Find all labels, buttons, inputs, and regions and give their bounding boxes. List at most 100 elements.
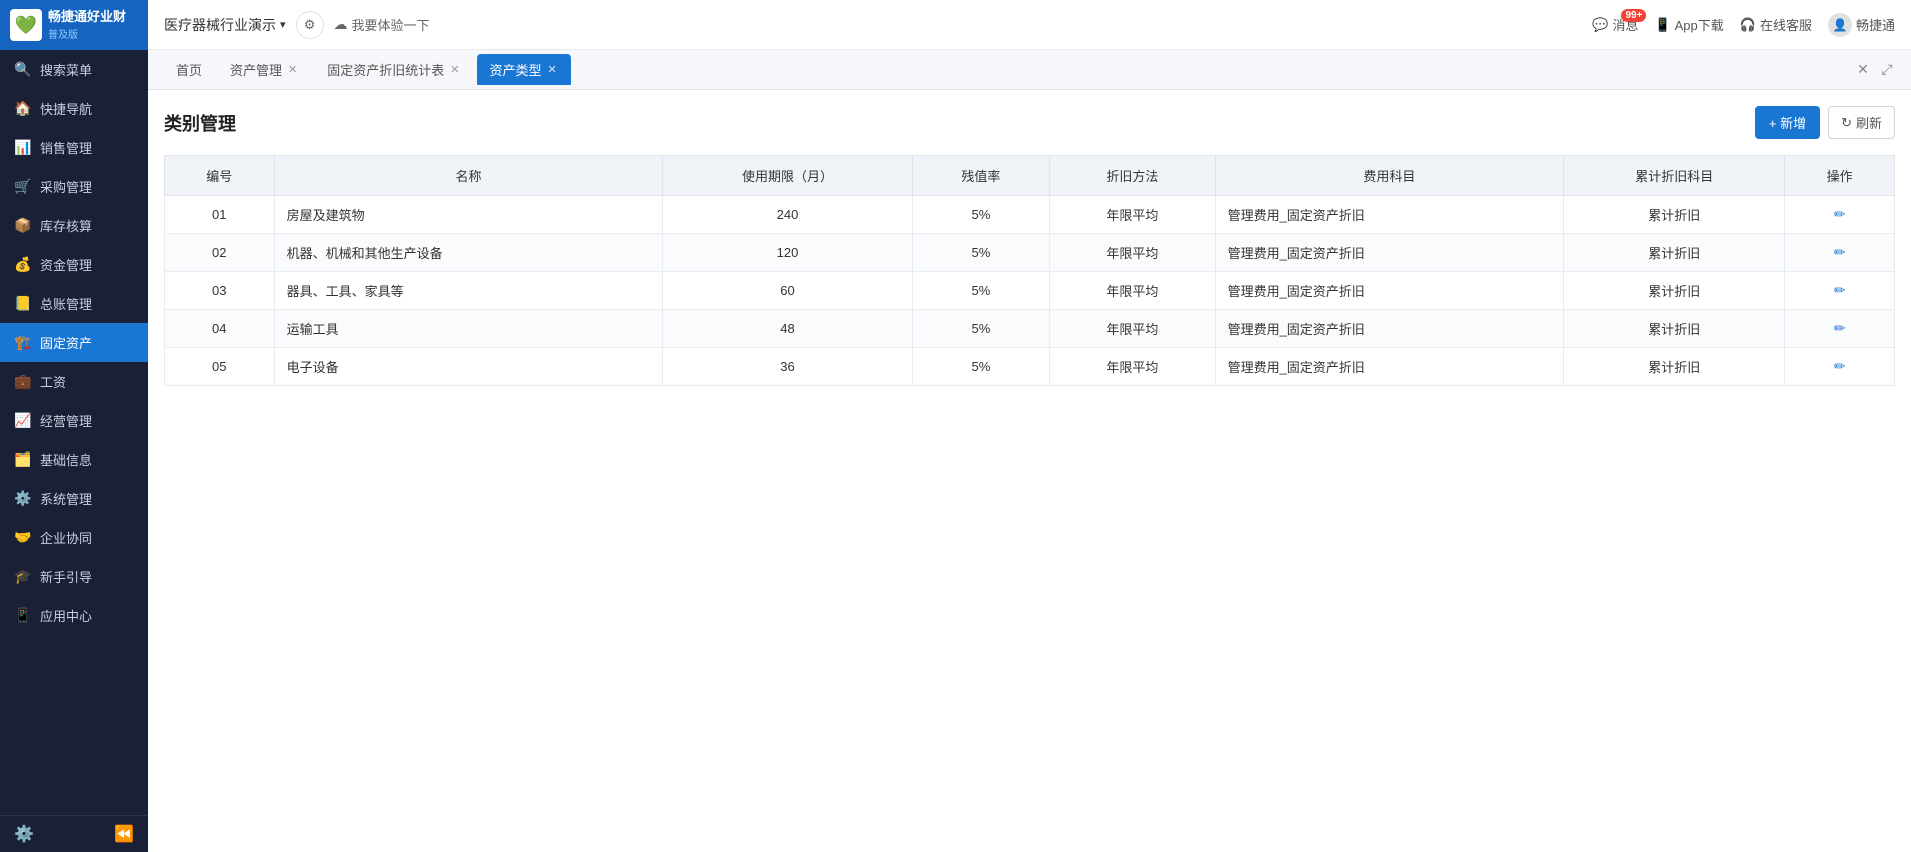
sidebar-item-enterprise[interactable]: 🤝 企业协同	[0, 518, 148, 557]
sidebar-bottom: ⚙️ ⏪	[0, 815, 148, 852]
sidebar-item-guide[interactable]: 🎓 新手引导	[0, 557, 148, 596]
refresh-button[interactable]: ↻ 刷新	[1828, 106, 1895, 139]
cell-accum: 累计折旧	[1564, 234, 1785, 272]
headset-icon: 🎧	[1740, 17, 1756, 33]
system-icon: ⚙️	[14, 490, 32, 508]
collapse-sidebar-icon[interactable]: ⏪	[114, 824, 134, 844]
table-row: 04 运输工具 48 5% 年限平均 管理费用_固定资产折旧 累计折旧 ✏	[165, 310, 1895, 348]
sidebar-item-sales[interactable]: 📊 销售管理	[0, 128, 148, 167]
cell-action: ✏	[1785, 234, 1895, 272]
online-service-label: 在线客服	[1760, 15, 1812, 34]
cell-name: 器具、工具、家具等	[274, 272, 663, 310]
ledger-icon: 📒	[14, 295, 32, 313]
cell-period: 240	[663, 196, 912, 234]
content-area: 类别管理 + 新增 ↻ 刷新 编号 名称 使用期限（月） 残值率 折旧方法 费用…	[148, 90, 1911, 852]
cell-method: 年限平均	[1050, 234, 1215, 272]
edit-button[interactable]: ✏	[1834, 358, 1846, 374]
search-icon: 🔍	[14, 61, 32, 79]
sidebar-item-purchase[interactable]: 🛒 采购管理	[0, 167, 148, 206]
edit-button[interactable]: ✏	[1834, 282, 1846, 298]
sidebar-item-label: 快捷导航	[40, 99, 92, 118]
cell-method: 年限平均	[1050, 310, 1215, 348]
tab-home[interactable]: 首页	[164, 54, 214, 85]
cell-accum: 累计折旧	[1564, 272, 1785, 310]
experience-icon: ☁	[334, 16, 348, 33]
purchase-icon: 🛒	[14, 178, 32, 196]
enterprise-icon: 🤝	[14, 529, 32, 547]
cell-code: 05	[165, 348, 275, 386]
sidebar-item-label: 新手引导	[40, 567, 92, 586]
tab-asset-management-close[interactable]: ✕	[286, 63, 299, 76]
tab-asset-type-close[interactable]: ✕	[546, 63, 559, 76]
sidebar-item-ledger[interactable]: 📒 总账管理	[0, 284, 148, 323]
sidebar-item-label: 固定资产	[40, 333, 92, 352]
user-name: 畅捷通	[1856, 15, 1895, 34]
sidebar-item-appstore[interactable]: 📱 应用中心	[0, 596, 148, 635]
tab-asset-management[interactable]: 资产管理 ✕	[218, 54, 311, 85]
sidebar-item-label: 系统管理	[40, 489, 92, 508]
basic-info-icon: 🗂️	[14, 451, 32, 469]
sidebar-item-label: 经营管理	[40, 411, 92, 430]
cell-method: 年限平均	[1050, 272, 1215, 310]
sidebar-nav: 🔍 搜索菜单 🏠 快捷导航 📊 销售管理 🛒 采购管理 📦 库存核算 💰 资金管…	[0, 50, 148, 815]
category-table: 编号 名称 使用期限（月） 残值率 折旧方法 费用科目 累计折旧科目 操作 01…	[164, 155, 1895, 386]
cell-action: ✏	[1785, 310, 1895, 348]
cell-expense: 管理费用_固定资产折旧	[1215, 310, 1564, 348]
sidebar-item-inventory[interactable]: 📦 库存核算	[0, 206, 148, 245]
sidebar-item-basic[interactable]: 🗂️ 基础信息	[0, 440, 148, 479]
tab-home-label: 首页	[176, 60, 202, 79]
window-maximize-button[interactable]: ⤢	[1879, 62, 1895, 78]
message-icon: 💬	[1592, 17, 1608, 33]
new-button[interactable]: + 新增	[1755, 106, 1820, 139]
guide-icon: 🎓	[14, 568, 32, 586]
sidebar-item-business[interactable]: 📈 经营管理	[0, 401, 148, 440]
topbar-right: 💬 消息 99+ 📱 App下载 🎧 在线客服 👤 畅捷通	[1592, 13, 1895, 37]
message-button[interactable]: 💬 消息 99+	[1592, 15, 1638, 34]
sidebar-item-label: 搜索菜单	[40, 60, 92, 79]
cell-period: 48	[663, 310, 912, 348]
dropdown-arrow-icon: ▾	[280, 18, 286, 31]
app-logo: 💚 畅捷通好业财 普及版	[0, 0, 148, 50]
window-controls: ✕ ⤢	[1855, 62, 1895, 78]
home-icon: 🏠	[14, 100, 32, 118]
app-edition: 普及版	[48, 26, 126, 41]
cell-code: 03	[165, 272, 275, 310]
edit-button[interactable]: ✏	[1834, 320, 1846, 336]
online-service-button[interactable]: 🎧 在线客服	[1740, 15, 1812, 34]
cell-name: 机器、机械和其他生产设备	[274, 234, 663, 272]
sidebar-item-salary[interactable]: 💼 工资	[0, 362, 148, 401]
sidebar-item-quicknav[interactable]: 🏠 快捷导航	[0, 89, 148, 128]
edit-button[interactable]: ✏	[1834, 206, 1846, 222]
cell-expense: 管理费用_固定资产折旧	[1215, 348, 1564, 386]
sidebar-item-fixed[interactable]: 🏗️ 固定资产	[0, 323, 148, 362]
app-download-label: App下载	[1675, 15, 1724, 34]
tab-asset-type[interactable]: 资产类型 ✕	[477, 54, 570, 85]
window-close-button[interactable]: ✕	[1855, 62, 1871, 78]
tab-depreciation-close[interactable]: ✕	[448, 63, 461, 76]
sidebar-item-funds[interactable]: 💰 资金管理	[0, 245, 148, 284]
experience-button[interactable]: ☁ 我要体验一下	[334, 15, 430, 34]
tab-depreciation-table[interactable]: 固定资产折旧统计表 ✕	[315, 54, 473, 85]
cell-residual: 5%	[912, 234, 1050, 272]
sidebar-item-system[interactable]: ⚙️ 系统管理	[0, 479, 148, 518]
company-name: 医疗器械行业演示	[164, 15, 276, 35]
settings-gear-icon[interactable]: ⚙️	[14, 824, 34, 844]
sidebar-item-label: 企业协同	[40, 528, 92, 547]
cell-name: 电子设备	[274, 348, 663, 386]
cell-action: ✏	[1785, 272, 1895, 310]
settings-button[interactable]: ⚙	[296, 11, 324, 39]
app-download-button[interactable]: 📱 App下载	[1654, 15, 1723, 34]
cell-period: 60	[663, 272, 912, 310]
tab-asset-management-label: 资产管理	[230, 60, 282, 79]
col-period: 使用期限（月）	[663, 156, 912, 196]
cell-expense: 管理费用_固定资产折旧	[1215, 234, 1564, 272]
page-actions: + 新增 ↻ 刷新	[1755, 106, 1895, 139]
table-row: 01 房屋及建筑物 240 5% 年限平均 管理费用_固定资产折旧 累计折旧 ✏	[165, 196, 1895, 234]
company-selector[interactable]: 医疗器械行业演示 ▾	[164, 15, 286, 35]
sidebar-item-search[interactable]: 🔍 搜索菜单	[0, 50, 148, 89]
user-menu-button[interactable]: 👤 畅捷通	[1828, 13, 1895, 37]
cell-accum: 累计折旧	[1564, 348, 1785, 386]
topbar: 医疗器械行业演示 ▾ ⚙ ☁ 我要体验一下 💬 消息 99+ 📱 App下载 🎧…	[148, 0, 1911, 50]
col-action: 操作	[1785, 156, 1895, 196]
edit-button[interactable]: ✏	[1834, 244, 1846, 260]
